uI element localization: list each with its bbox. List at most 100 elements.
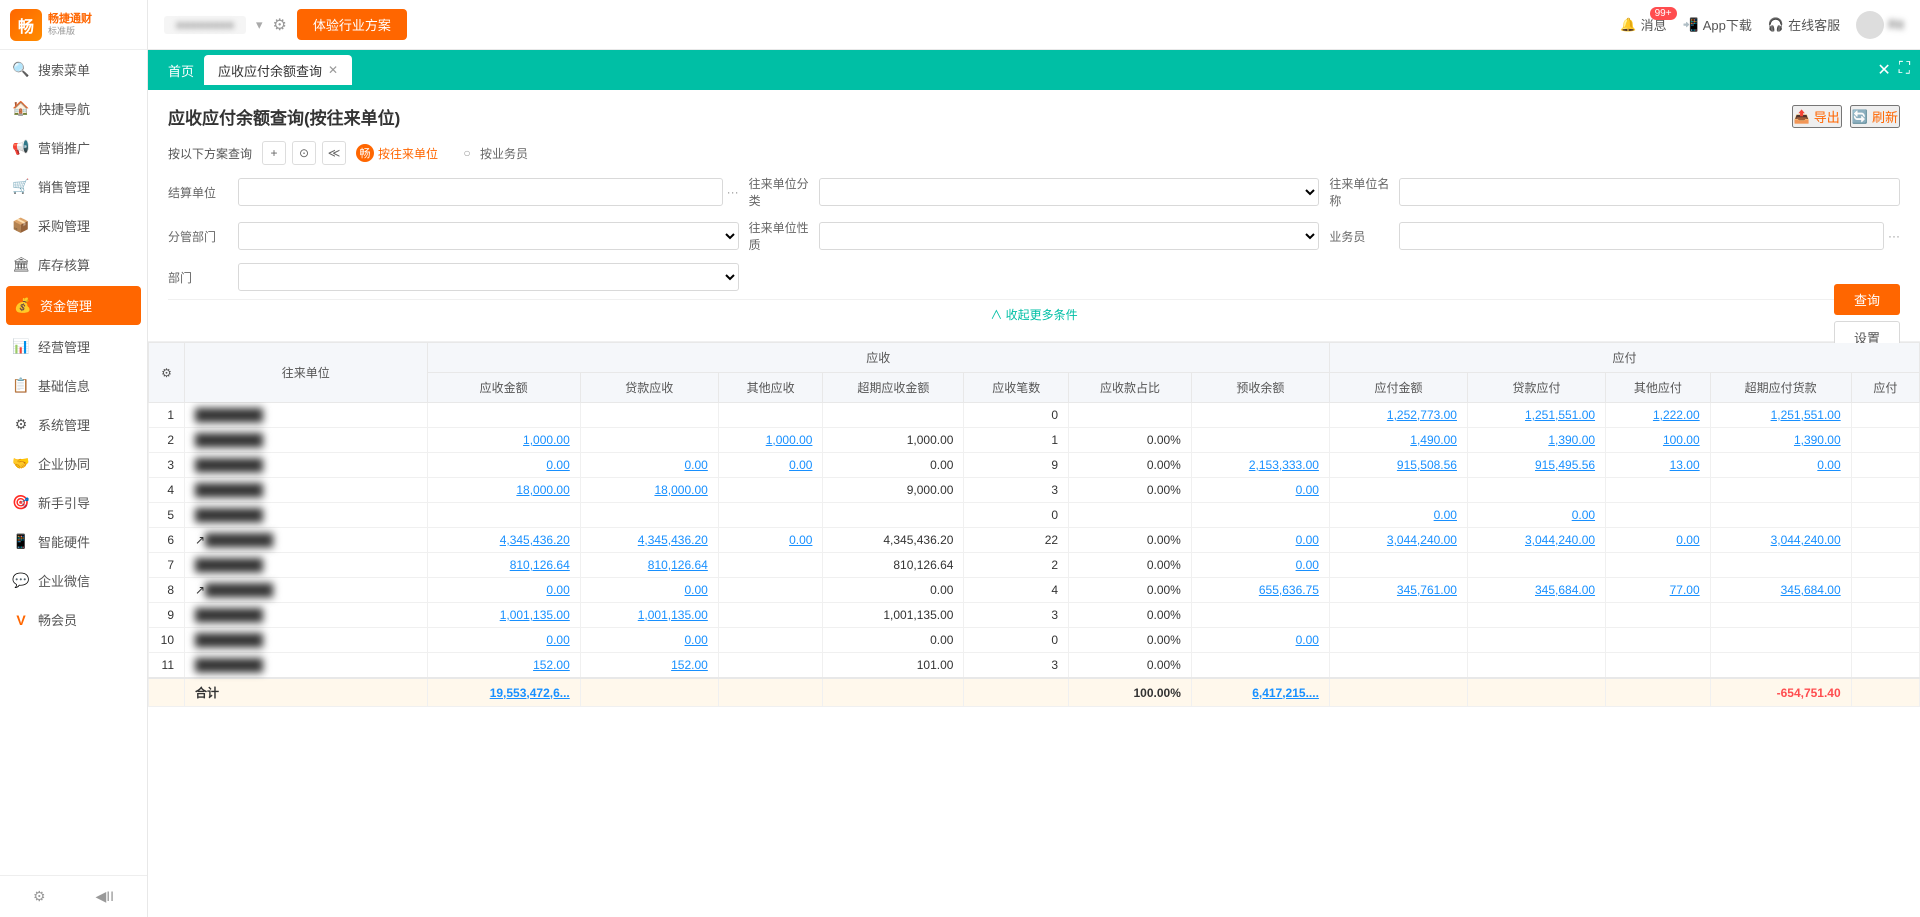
filter-dots-jsdw[interactable]: ··· (727, 185, 739, 199)
row-cell[interactable] (1467, 653, 1605, 679)
row-cell[interactable]: 77.00 (1606, 578, 1711, 603)
row-cell[interactable]: 810,126.64 (580, 553, 718, 578)
row-cell[interactable] (1606, 628, 1711, 653)
row-cell[interactable] (718, 653, 823, 679)
row-cell[interactable] (1710, 503, 1851, 528)
row-cell[interactable]: 4,345,436.20 (427, 528, 580, 553)
row-cell[interactable]: 0.00 (1191, 478, 1329, 503)
row-cell[interactable]: 1,390.00 (1710, 428, 1851, 453)
scheme-active-btn[interactable]: 畅 按往来单位 (356, 144, 438, 162)
sidebar-item-operation[interactable]: 📊 经营管理 (0, 327, 147, 366)
row-cell[interactable] (1329, 553, 1467, 578)
filter-collapse-btn[interactable]: ≪ (322, 141, 346, 165)
row-cell[interactable]: 0.00 (1467, 503, 1605, 528)
row-cell[interactable]: 1,001,135.00 (427, 603, 580, 628)
row-cell[interactable]: 1,000.00 (427, 428, 580, 453)
row-cell[interactable] (1606, 503, 1711, 528)
row-cell[interactable] (718, 478, 823, 503)
row-cell[interactable] (580, 428, 718, 453)
collapse-bar[interactable]: ∧ 收起更多条件 (168, 299, 1900, 329)
refresh-button[interactable]: 🔄 刷新 (1850, 105, 1900, 128)
row-cell[interactable] (1191, 603, 1329, 628)
row-cell[interactable] (1191, 428, 1329, 453)
sidebar-item-wechat[interactable]: 💬 企业微信 (0, 561, 147, 600)
row-cell[interactable]: 0.00 (427, 578, 580, 603)
customer-service-btn[interactable]: 🎧 在线客服 (1768, 15, 1840, 34)
filter-input-ywy[interactable] (1399, 222, 1884, 250)
filter-select-fgbm[interactable] (238, 222, 739, 250)
topbar-dropdown-icon[interactable]: ▾ (256, 17, 263, 33)
row-cell[interactable]: 345,761.00 (1329, 578, 1467, 603)
row-cell[interactable]: 18,000.00 (580, 478, 718, 503)
sidebar-item-system[interactable]: ⚙ 系统管理 (0, 405, 147, 444)
row-cell[interactable]: 0.00 (580, 453, 718, 478)
row-cell[interactable]: 13.00 (1606, 453, 1711, 478)
tab-arbalance[interactable]: 应收应付余额查询 ✕ (204, 55, 352, 85)
promo-button[interactable]: 体验行业方案 (297, 9, 407, 40)
row-cell[interactable]: 0.00 (1710, 453, 1851, 478)
sidebar-item-quicknav[interactable]: 🏠 快捷导航 (0, 89, 147, 128)
row-cell[interactable] (1329, 653, 1467, 679)
sidebar-item-hardware[interactable]: 📱 智能硬件 (0, 522, 147, 561)
row-cell[interactable]: 0.00 (718, 528, 823, 553)
row-cell[interactable] (1191, 503, 1329, 528)
tab-close-icon[interactable]: ✕ (328, 63, 338, 77)
filter-select-bm[interactable] (238, 263, 739, 291)
sidebar-item-collab[interactable]: 🤝 企业协同 (0, 444, 147, 483)
row-cell[interactable]: 3,044,240.00 (1329, 528, 1467, 553)
tab-home[interactable]: 首页 (158, 55, 204, 85)
filter-select-lwdwfl[interactable] (819, 178, 1320, 206)
row-cell[interactable]: 1,251,551.00 (1710, 403, 1851, 428)
row-cell[interactable]: 18,000.00 (427, 478, 580, 503)
row-cell[interactable] (1606, 653, 1711, 679)
table-settings-th[interactable]: ⚙ (149, 343, 185, 403)
row-cell[interactable]: 152.00 (427, 653, 580, 679)
row-cell[interactable] (718, 403, 823, 428)
row-cell[interactable] (1191, 653, 1329, 679)
sidebar-item-guide[interactable]: 🎯 新手引导 (0, 483, 147, 522)
row-cell[interactable] (1710, 478, 1851, 503)
row-cell[interactable] (1329, 628, 1467, 653)
sidebar-item-member[interactable]: V 畅会员 (0, 600, 147, 639)
row-cell[interactable] (1467, 478, 1605, 503)
topbar-gear-icon[interactable]: ⚙ (273, 15, 287, 35)
row-cell[interactable]: 3,044,240.00 (1710, 528, 1851, 553)
row-cell[interactable] (1710, 553, 1851, 578)
sidebar-item-marketing[interactable]: 📢 营销推广 (0, 128, 147, 167)
row-cell[interactable]: 1,252,773.00 (1329, 403, 1467, 428)
app-download-btn[interactable]: 📲 App下载 (1683, 15, 1752, 34)
row-cell[interactable] (718, 503, 823, 528)
sidebar-item-purchase[interactable]: 📦 采购管理 (0, 206, 147, 245)
row-cell[interactable]: 0.00 (580, 628, 718, 653)
row-cell[interactable]: 0.00 (718, 453, 823, 478)
sidebar-item-basic[interactable]: 📋 基础信息 (0, 366, 147, 405)
query-button[interactable]: 查询 (1834, 284, 1900, 315)
sidebar-item-inventory[interactable]: 🏛 库存核算 (0, 245, 147, 284)
tab-close-window-icon[interactable]: ✕ (1877, 60, 1890, 80)
row-cell[interactable] (1191, 403, 1329, 428)
row-cell[interactable]: 4,345,436.20 (580, 528, 718, 553)
sidebar-item-sales[interactable]: 🛒 销售管理 (0, 167, 147, 206)
filter-dots-ywy[interactable]: ··· (1888, 229, 1900, 243)
row-cell[interactable]: 810,126.64 (427, 553, 580, 578)
row-cell[interactable] (1329, 603, 1467, 628)
table-container[interactable]: ⚙ 往来单位 应收 应付 应收金额 贷款应收 其他应收 超期应收金额 应收笔数 (148, 342, 1920, 917)
row-cell[interactable]: 1,000.00 (718, 428, 823, 453)
row-cell[interactable]: 100.00 (1606, 428, 1711, 453)
row-cell[interactable]: 1,390.00 (1467, 428, 1605, 453)
row-cell[interactable] (1467, 553, 1605, 578)
row-cell[interactable]: 0.00 (427, 628, 580, 653)
filter-settings-btn[interactable]: ⊙ (292, 141, 316, 165)
row-cell[interactable]: 655,636.75 (1191, 578, 1329, 603)
tab-expand-icon[interactable]: ⛶ (1899, 60, 1910, 80)
row-cell[interactable]: 0.00 (1191, 628, 1329, 653)
row-cell[interactable] (1710, 603, 1851, 628)
row-cell[interactable] (580, 403, 718, 428)
row-cell[interactable] (427, 503, 580, 528)
row-cell[interactable] (1606, 553, 1711, 578)
row-cell[interactable]: 1,222.00 (1606, 403, 1711, 428)
row-cell[interactable] (1710, 653, 1851, 679)
scheme-inactive-btn[interactable]: ○ 按业务员 (458, 144, 528, 162)
row-cell[interactable] (580, 503, 718, 528)
row-cell[interactable]: 0.00 (1329, 503, 1467, 528)
